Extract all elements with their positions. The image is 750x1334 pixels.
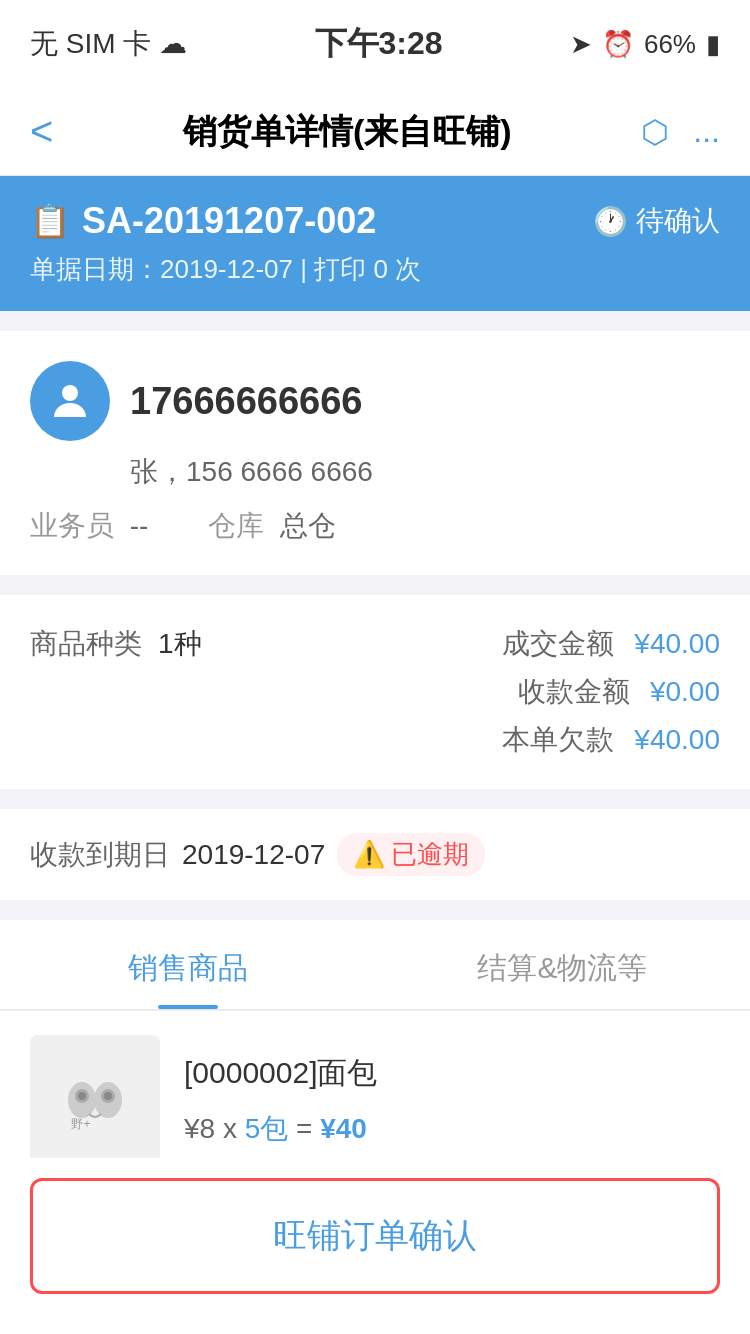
salesperson-field: 业务员 -- bbox=[30, 507, 148, 545]
status-right: ➤ ⏰ 66% ▮ bbox=[570, 29, 720, 60]
order-date: 单据日期：2019-12-07 | 打印 0 次 bbox=[30, 252, 720, 287]
avatar bbox=[30, 361, 110, 441]
product-types-field: 商品种类 1种 bbox=[30, 625, 202, 663]
received-amount-label: 收款金额 bbox=[518, 673, 630, 711]
warehouse-value: 总仓 bbox=[280, 510, 336, 541]
transaction-amount-label: 成交金额 bbox=[502, 625, 614, 663]
order-icon: 📋 bbox=[30, 202, 70, 240]
order-status: 🕐 待确认 bbox=[593, 202, 720, 240]
product-types-value: 1种 bbox=[158, 625, 202, 663]
tabs-section: 销售商品 结算&物流等 野+ [0000002]面包 ¥8 x 5包 = ¥40 bbox=[0, 920, 750, 1189]
nav-bar: < 销货单详情(来自旺铺) ⬡ ... bbox=[0, 88, 750, 176]
due-date-value: 2019-12-07 bbox=[182, 839, 325, 871]
confirm-order-button[interactable]: 旺铺订单确认 bbox=[30, 1178, 720, 1294]
status-left: 无 SIM 卡 ☁ bbox=[30, 25, 187, 63]
customer-name: 张，156 6666 6666 bbox=[130, 453, 720, 491]
tab-sales-products[interactable]: 销售商品 bbox=[0, 920, 375, 1009]
svg-text:野+: 野+ bbox=[71, 1117, 90, 1130]
due-date-section: 收款到期日 2019-12-07 ⚠️ 已逾期 bbox=[0, 809, 750, 900]
product-types-label: 商品种类 bbox=[30, 625, 142, 663]
page-title: 销货单详情(来自旺铺) bbox=[183, 109, 512, 155]
product-thumbnail: 野+ bbox=[30, 1035, 160, 1165]
share-icon[interactable]: ⬡ bbox=[641, 113, 669, 151]
product-details: [0000002]面包 ¥8 x 5包 = ¥40 bbox=[184, 1053, 720, 1148]
due-date-label: 收款到期日 bbox=[30, 836, 170, 874]
status-bar: 无 SIM 卡 ☁ 下午3:28 ➤ ⏰ 66% ▮ bbox=[0, 0, 750, 88]
received-amount-row: 收款金额 ¥0.00 bbox=[518, 673, 720, 711]
sim-label: 无 SIM 卡 ☁ bbox=[30, 25, 187, 63]
customer-section: 17666666666 张，156 6666 6666 业务员 -- 仓库 总仓 bbox=[0, 331, 750, 575]
total-price: ¥40 bbox=[320, 1113, 367, 1144]
bottom-area: 旺铺订单确认 bbox=[0, 1158, 750, 1334]
price-formula: ¥8 x bbox=[184, 1113, 245, 1144]
salesperson-value: -- bbox=[130, 510, 149, 541]
svg-point-0 bbox=[62, 385, 78, 401]
svg-point-5 bbox=[78, 1092, 86, 1100]
back-button[interactable]: < bbox=[30, 109, 53, 154]
product-name: [0000002]面包 bbox=[184, 1053, 720, 1094]
location-icon: ➤ bbox=[570, 29, 592, 60]
salesperson-label: 业务员 bbox=[30, 510, 114, 541]
equals: = bbox=[288, 1113, 320, 1144]
amounts-section: 成交金额 ¥40.00 收款金额 ¥0.00 本单欠款 ¥40.00 bbox=[502, 625, 720, 759]
quantity: 5包 bbox=[245, 1113, 289, 1144]
transaction-amount-row: 成交金额 ¥40.00 bbox=[502, 625, 720, 663]
tabs-row: 销售商品 结算&物流等 bbox=[0, 920, 750, 1010]
overdue-badge: ⚠️ 已逾期 bbox=[337, 833, 485, 876]
svg-point-6 bbox=[104, 1092, 112, 1100]
battery-level: 66% bbox=[644, 29, 696, 60]
product-price: ¥8 x 5包 = ¥40 bbox=[184, 1110, 720, 1148]
warning-icon: ⚠️ bbox=[353, 839, 385, 870]
status-label: 待确认 bbox=[636, 202, 720, 240]
received-amount-value: ¥0.00 bbox=[650, 676, 720, 708]
summary-section: 商品种类 1种 成交金额 ¥40.00 收款金额 ¥0.00 本单欠款 ¥40.… bbox=[0, 595, 750, 789]
more-icon[interactable]: ... bbox=[693, 113, 720, 150]
customer-phone: 17666666666 bbox=[130, 380, 362, 423]
nav-right: ⬡ ... bbox=[641, 113, 720, 151]
battery-icon: ▮ bbox=[706, 29, 720, 60]
owed-amount-value: ¥40.00 bbox=[634, 724, 720, 756]
customer-meta: 业务员 -- 仓库 总仓 bbox=[30, 507, 720, 545]
nav-left: < bbox=[30, 109, 53, 154]
alarm-icon: ⏰ bbox=[602, 29, 634, 60]
owed-amount-row: 本单欠款 ¥40.00 bbox=[502, 721, 720, 759]
owed-amount-label: 本单欠款 bbox=[502, 721, 614, 759]
warehouse-label: 仓库 bbox=[208, 510, 264, 541]
status-time: 下午3:28 bbox=[315, 22, 443, 66]
overdue-label: 已逾期 bbox=[391, 837, 469, 872]
warehouse-field: 仓库 总仓 bbox=[208, 507, 336, 545]
tab-settlement-logistics[interactable]: 结算&物流等 bbox=[375, 920, 750, 1009]
clock-icon: 🕐 bbox=[593, 205, 628, 238]
order-header: 📋 SA-20191207-002 🕐 待确认 单据日期：2019-12-07 … bbox=[0, 176, 750, 311]
transaction-amount-value: ¥40.00 bbox=[634, 628, 720, 660]
order-id: SA-20191207-002 bbox=[82, 200, 376, 242]
